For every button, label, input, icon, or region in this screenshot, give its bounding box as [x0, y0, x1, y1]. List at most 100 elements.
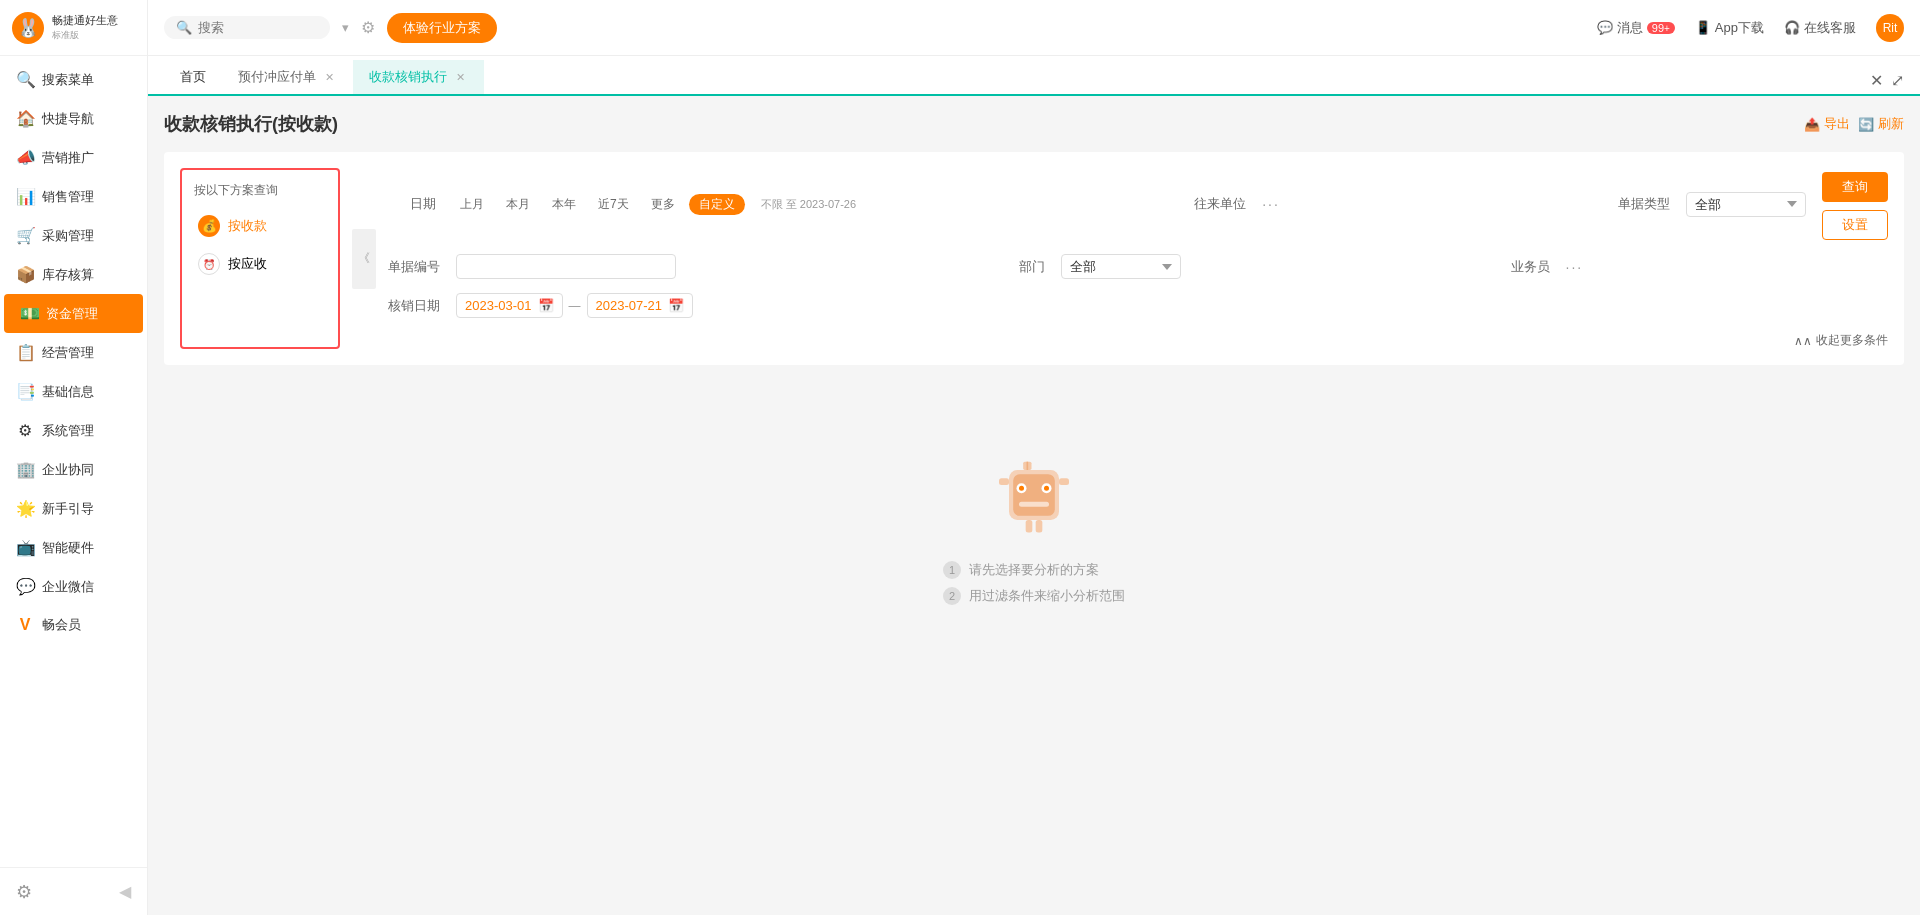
tab-close-all-button[interactable]: ✕	[1870, 71, 1883, 90]
bill-number-input[interactable]	[456, 254, 676, 279]
sidebar-item-label: 企业微信	[42, 578, 94, 596]
tip-1-text: 请先选择要分析的方案	[969, 561, 1099, 579]
page-title: 收款核销执行(按收款)	[164, 112, 338, 136]
vip-icon: V	[16, 616, 34, 634]
sidebar-item-operation[interactable]: 📋 经营管理	[0, 333, 147, 372]
staff-label: 业务员	[1502, 258, 1550, 276]
sidebar-item-inventory[interactable]: 📦 库存核算	[0, 255, 147, 294]
date-tab-more[interactable]: 更多	[643, 194, 683, 215]
svg-rect-9	[999, 478, 1009, 485]
wechat-icon: 💬	[16, 577, 34, 596]
sidebar-item-label: 采购管理	[42, 227, 94, 245]
tab-receipt-offset-close[interactable]: ✕	[453, 70, 468, 85]
staff-dots[interactable]: ···	[1566, 259, 1584, 275]
sidebar-item-wechat[interactable]: 💬 企业微信	[0, 567, 147, 606]
counterpart-dots[interactable]: ···	[1262, 196, 1280, 212]
topbar-search-box[interactable]: 🔍	[164, 16, 330, 39]
svg-point-5	[1044, 486, 1049, 491]
tip-1-number: 1	[943, 561, 961, 579]
sidebar-item-vip[interactable]: V 畅会员	[0, 606, 147, 644]
empty-tip-2: 2 用过滤条件来缩小分析范围	[943, 587, 1125, 605]
tip-2-number: 2	[943, 587, 961, 605]
search-input[interactable]	[198, 20, 318, 35]
sidebar-item-finance[interactable]: 💵 资金管理	[4, 294, 143, 333]
tab-home[interactable]: 首页	[164, 60, 222, 96]
sidebar-item-basic-info[interactable]: 📑 基础信息	[0, 372, 147, 411]
basic-info-icon: 📑	[16, 382, 34, 401]
department-select[interactable]: 全部	[1061, 254, 1181, 279]
filter-by-receipt[interactable]: 💰 按收款	[182, 207, 338, 245]
search-icon: 🔍	[176, 20, 192, 35]
date-tab-custom[interactable]: 自定义	[689, 194, 745, 215]
logo-icon: 🐰	[12, 12, 44, 44]
topbar-right: 💬 消息 99+ 📱 App下载 🎧 在线客服 Rit	[1597, 14, 1904, 42]
online-service-label: 在线客服	[1804, 19, 1856, 37]
tab-receipt-offset[interactable]: 收款核销执行 ✕	[353, 60, 484, 96]
page-content: 收款核销执行(按收款) 📤 导出 🔄 刷新 按以下方案查询 💰 按收款	[148, 96, 1920, 915]
sidebar-item-enterprise[interactable]: 🏢 企业协同	[0, 450, 147, 489]
tab-prepay-offset-close[interactable]: ✕	[322, 70, 337, 85]
sidebar-item-label: 系统管理	[42, 422, 94, 440]
sidebar-item-label: 经营管理	[42, 344, 94, 362]
topbar-chevron-icon[interactable]: ▾	[342, 20, 349, 35]
bill-type-label: 单据类型	[1618, 195, 1670, 213]
receivable-option-label: 按应收	[228, 255, 267, 273]
sidebar-item-label: 销售管理	[42, 188, 94, 206]
counterpart-label: 往来单位	[1194, 195, 1246, 213]
tab-expand-button[interactable]: ⤢	[1891, 71, 1904, 90]
date-tab-this-year[interactable]: 本年	[544, 194, 584, 215]
sidebar-item-purchase[interactable]: 🛒 采购管理	[0, 216, 147, 255]
date-range-note: 不限 至 2023-07-26	[761, 197, 856, 212]
sidebar-item-sales[interactable]: 📊 销售管理	[0, 177, 147, 216]
filter-collapse-button[interactable]: 《	[352, 229, 376, 289]
date-separator: —	[569, 299, 581, 313]
verify-date-start-value: 2023-03-01	[465, 298, 532, 313]
refresh-button[interactable]: 🔄 刷新	[1858, 115, 1904, 133]
date-tab-last-7days[interactable]: 近7天	[590, 194, 637, 215]
footer-collapse-icon[interactable]: ◀	[119, 882, 131, 901]
date-tab-this-month[interactable]: 本月	[498, 194, 538, 215]
date-tab-last-month[interactable]: 上月	[452, 194, 492, 215]
solution-button[interactable]: 体验行业方案	[387, 13, 497, 43]
messages-label: 消息	[1617, 19, 1643, 37]
filter-form: 日期 上月 本月 本年 近7天 更多 自定义 不限 至 2023-07-26 往…	[388, 168, 1888, 349]
export-button[interactable]: 📤 导出	[1804, 115, 1850, 133]
page-header: 收款核销执行(按收款) 📤 导出 🔄 刷新	[164, 112, 1904, 136]
date-tabs: 上月 本月 本年 近7天 更多 自定义	[452, 194, 745, 215]
app-download-icon: 📱	[1695, 20, 1711, 35]
tab-prepay-offset-label: 预付冲应付单	[238, 68, 316, 86]
settings-button[interactable]: 设置	[1822, 210, 1888, 240]
verify-date-start-input[interactable]: 2023-03-01 📅	[456, 293, 563, 318]
topbar-gear-icon[interactable]: ⚙	[361, 18, 375, 37]
bill-type-select[interactable]: 全部 收款单 退款单	[1686, 192, 1806, 217]
inventory-icon: 📦	[16, 265, 34, 284]
filter-by-receivable[interactable]: ⏰ 按应收	[182, 245, 338, 283]
user-avatar[interactable]: Rit	[1876, 14, 1904, 42]
collapse-more-conditions[interactable]: ∧∧ 收起更多条件	[388, 332, 1888, 349]
sidebar-item-marketing[interactable]: 📣 营销推广	[0, 138, 147, 177]
svg-point-4	[1019, 486, 1024, 491]
sidebar-item-guide[interactable]: 🌟 新手引导	[0, 489, 147, 528]
footer-settings-icon[interactable]: ⚙	[16, 881, 32, 903]
sidebar-item-system[interactable]: ⚙ 系统管理	[0, 411, 147, 450]
system-icon: ⚙	[16, 421, 34, 440]
app-download-item[interactable]: 📱 App下载	[1695, 19, 1764, 37]
verify-date-end-input[interactable]: 2023-07-21 📅	[587, 293, 694, 318]
finance-icon: 💵	[20, 304, 38, 323]
online-service-item[interactable]: 🎧 在线客服	[1784, 19, 1856, 37]
tip-2-text: 用过滤条件来缩小分析范围	[969, 587, 1125, 605]
tab-prepay-offset[interactable]: 预付冲应付单 ✕	[222, 60, 353, 96]
verify-date-label: 核销日期	[388, 297, 440, 315]
query-button[interactable]: 查询	[1822, 172, 1888, 202]
sidebar-item-hardware[interactable]: 📺 智能硬件	[0, 528, 147, 567]
messages-item[interactable]: 💬 消息 99+	[1597, 19, 1675, 37]
sidebar-item-quick-nav[interactable]: 🏠 快捷导航	[0, 99, 147, 138]
sidebar-footer: ⚙ ◀	[0, 867, 147, 915]
sidebar-item-search-menu[interactable]: 🔍 搜索菜单	[0, 60, 147, 99]
app-download-label: App下载	[1715, 19, 1764, 37]
sidebar-item-label: 畅会员	[42, 616, 81, 634]
messages-badge: 99+	[1647, 22, 1675, 34]
sales-icon: 📊	[16, 187, 34, 206]
sidebar-item-label: 基础信息	[42, 383, 94, 401]
sidebar-menu: 🔍 搜索菜单 🏠 快捷导航 📣 营销推广 📊 销售管理 🛒 采购管理 📦 库存核…	[0, 56, 147, 867]
